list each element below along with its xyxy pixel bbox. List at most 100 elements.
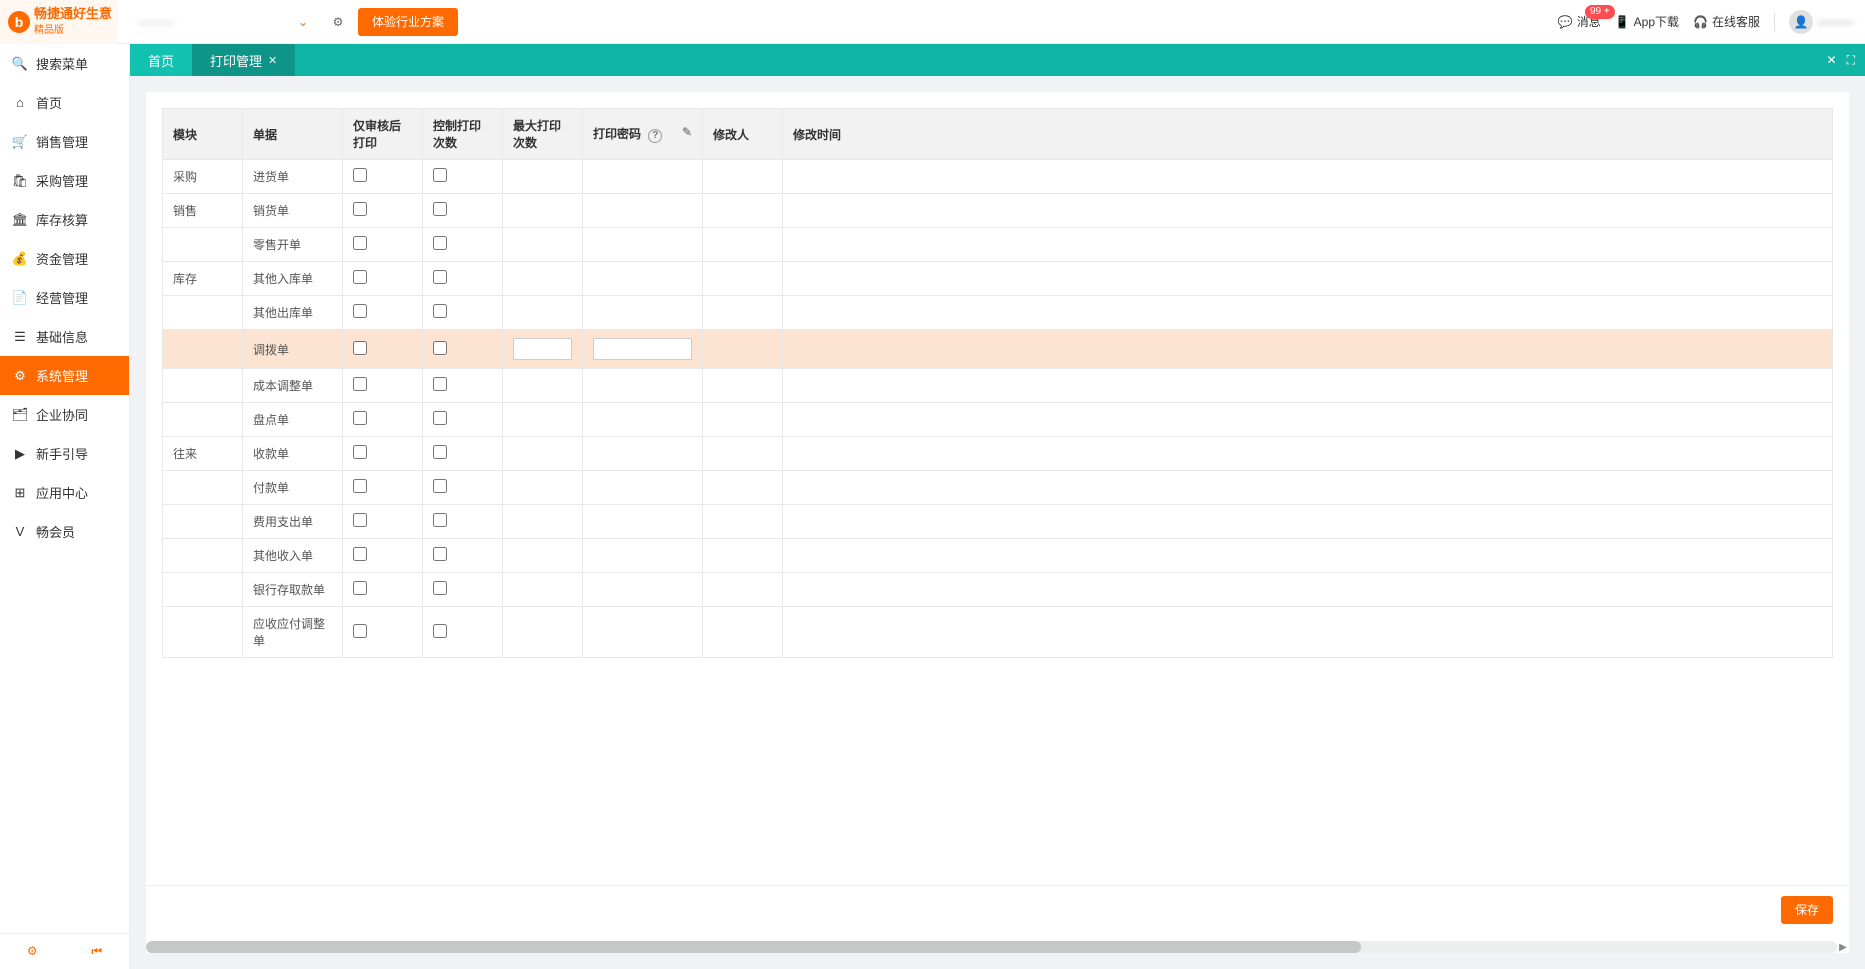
checkbox[interactable] — [433, 202, 447, 216]
sidebar-collapse-icon[interactable]: ⏮ — [91, 944, 102, 959]
industry-solution-button[interactable]: 体验行业方案 — [358, 8, 458, 36]
checkbox[interactable] — [353, 270, 367, 284]
cell-limit-count — [423, 505, 503, 539]
sidebar-item-9[interactable]: 🗂企业协同 — [0, 395, 129, 434]
sidebar-item-11[interactable]: ⊞应用中心 — [0, 473, 129, 512]
sidebar-item-10[interactable]: ▶新手引导 — [0, 434, 129, 473]
messages-button[interactable]: 💬 消息 99 + — [1558, 13, 1601, 30]
checkbox[interactable] — [353, 513, 367, 527]
tab-close-all-icon[interactable]: ✕ — [1827, 53, 1837, 67]
scroll-right-arrow-icon[interactable]: ▶ — [1837, 941, 1849, 953]
sidebar-item-1[interactable]: ⌂首页 — [0, 83, 129, 122]
checkbox[interactable] — [433, 581, 447, 595]
fullscreen-icon[interactable]: ⛶ — [1847, 53, 1855, 68]
checkbox[interactable] — [433, 168, 447, 182]
cell-print-pwd — [583, 160, 703, 194]
sidebar-item-4[interactable]: 🏛库存核算 — [0, 200, 129, 239]
checkbox[interactable] — [433, 236, 447, 250]
online-service-label: 在线客服 — [1712, 13, 1760, 30]
cell-audit-only — [343, 296, 423, 330]
cell-bill: 其他出库单 — [243, 296, 343, 330]
sidebar-item-6[interactable]: 📄经营管理 — [0, 278, 129, 317]
settings-gear-button[interactable]: ⚙ — [324, 8, 352, 36]
checkbox[interactable] — [353, 202, 367, 216]
horizontal-scrollbar-thumb[interactable] — [146, 941, 1361, 953]
top-header: b 畅捷通好生意 精品版 ——— ⌄ ⚙ 体验行业方案 💬 消息 99 + 📱 … — [0, 0, 1865, 44]
sidebar-item-8[interactable]: ⚙系统管理 — [0, 356, 129, 395]
logo-subtext: 精品版 — [34, 21, 112, 36]
cell-limit-count — [423, 471, 503, 505]
col-audit-only: 仅审核后打印 — [343, 109, 423, 160]
print-pwd-input[interactable] — [593, 338, 692, 360]
panel: 模块 单据 仅审核后打印 控制打印次数 最大打印次数 打印密码 ? ✎ 修改人 — [146, 92, 1849, 953]
checkbox[interactable] — [433, 304, 447, 318]
col-limit-count: 控制打印次数 — [423, 109, 503, 160]
help-icon[interactable]: ? — [648, 129, 662, 143]
cell-bill: 费用支出单 — [243, 505, 343, 539]
sidebar-item-12[interactable]: V畅会员 — [0, 512, 129, 551]
checkbox[interactable] — [433, 411, 447, 425]
sidebar-item-label: 畅会员 — [36, 522, 75, 541]
save-button[interactable]: 保存 — [1781, 896, 1833, 924]
checkbox[interactable] — [433, 547, 447, 561]
online-service-button[interactable]: 🎧 在线客服 — [1693, 13, 1760, 30]
checkbox[interactable] — [353, 168, 367, 182]
app-download-label: App下载 — [1634, 13, 1679, 30]
checkbox[interactable] — [353, 624, 367, 638]
checkbox[interactable] — [433, 513, 447, 527]
checkbox[interactable] — [353, 377, 367, 391]
col-modifier: 修改人 — [703, 109, 783, 160]
cell-limit-count — [423, 403, 503, 437]
close-icon[interactable]: ✕ — [268, 54, 277, 67]
sidebar-item-label: 新手引导 — [36, 444, 88, 463]
table-row: 费用支出单 — [163, 505, 1833, 539]
checkbox[interactable] — [353, 341, 367, 355]
content-wrap: 模块 单据 仅审核后打印 控制打印次数 最大打印次数 打印密码 ? ✎ 修改人 — [130, 76, 1865, 969]
sidebar-item-3[interactable]: 🛍采购管理 — [0, 161, 129, 200]
checkbox[interactable] — [353, 411, 367, 425]
max-count-input[interactable] — [513, 338, 572, 360]
checkbox[interactable] — [353, 479, 367, 493]
sidebar-item-label: 库存核算 — [36, 210, 88, 229]
sidebar-item-2[interactable]: 🛒销售管理 — [0, 122, 129, 161]
tenant-select[interactable]: ——— ⌄ — [128, 8, 318, 36]
checkbox[interactable] — [353, 304, 367, 318]
cell-bill: 进货单 — [243, 160, 343, 194]
checkbox[interactable] — [433, 624, 447, 638]
user-name: ——— — [1817, 15, 1853, 29]
sidebar-item-5[interactable]: 💰资金管理 — [0, 239, 129, 278]
sidebar-item-icon: ⊞ — [12, 485, 28, 501]
cell-modifier — [703, 194, 783, 228]
sidebar-item-0[interactable]: 🔍搜索菜单 — [0, 44, 129, 83]
tabbar: 首页 打印管理 ✕ ✕ ⛶ — [130, 44, 1865, 76]
tab-print-management[interactable]: 打印管理 ✕ — [192, 44, 295, 76]
checkbox[interactable] — [433, 377, 447, 391]
checkbox[interactable] — [433, 341, 447, 355]
checkbox[interactable] — [353, 581, 367, 595]
table-row: 应收应付调整单 — [163, 607, 1833, 658]
edit-icon[interactable]: ✎ — [682, 125, 692, 139]
checkbox[interactable] — [353, 547, 367, 561]
checkbox[interactable] — [433, 270, 447, 284]
sidebar-item-icon: 💰 — [12, 251, 28, 267]
checkbox[interactable] — [433, 479, 447, 493]
cell-modifier — [703, 539, 783, 573]
table-row: 其他收入单 — [163, 539, 1833, 573]
tab-home[interactable]: 首页 — [130, 44, 192, 76]
logo[interactable]: b 畅捷通好生意 精品版 — [0, 0, 118, 44]
checkbox[interactable] — [353, 236, 367, 250]
cell-max-count — [503, 607, 583, 658]
app-download-button[interactable]: 📱 App下载 — [1615, 13, 1679, 30]
cell-audit-only — [343, 262, 423, 296]
sidebar-item-icon: 🗂 — [12, 407, 28, 423]
gear-icon: ⚙ — [333, 15, 344, 29]
cell-audit-only — [343, 573, 423, 607]
sidebar-settings-icon[interactable]: ⚙ — [27, 944, 38, 959]
cell-max-count — [503, 160, 583, 194]
sidebar-item-label: 搜索菜单 — [36, 54, 88, 73]
cell-limit-count — [423, 539, 503, 573]
checkbox[interactable] — [353, 445, 367, 459]
user-menu[interactable]: 👤 ——— — [1789, 10, 1853, 34]
checkbox[interactable] — [433, 445, 447, 459]
sidebar-item-7[interactable]: ☰基础信息 — [0, 317, 129, 356]
